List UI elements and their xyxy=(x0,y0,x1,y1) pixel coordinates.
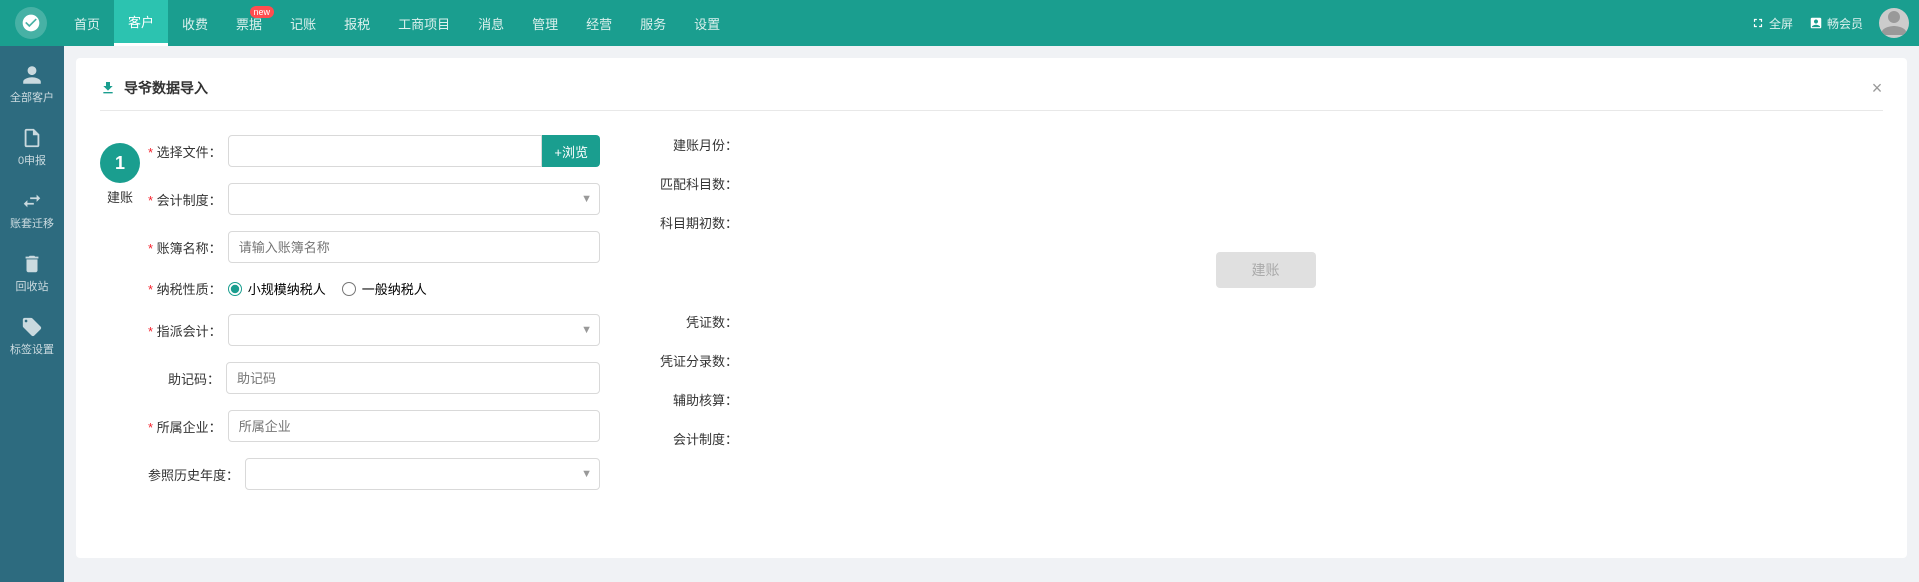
trash-icon xyxy=(21,253,43,275)
memo-input[interactable] xyxy=(226,362,600,394)
build-btn-wrap: 建账 xyxy=(648,252,1883,288)
accounting-system-select-wrapper: ▼ xyxy=(228,183,600,215)
nav-item-settings[interactable]: 设置 xyxy=(680,0,734,46)
match-subject-row: 匹配科目数： xyxy=(648,174,1883,193)
nav-item-service[interactable]: 服务 xyxy=(626,0,680,46)
logo-icon xyxy=(21,13,41,33)
radio-general-input[interactable] xyxy=(342,282,356,296)
card-header: 导爷数据导入 xyxy=(100,78,1883,111)
radio-general-taxpayer[interactable]: 一般纳税人 xyxy=(342,279,427,298)
logo[interactable] xyxy=(10,2,52,44)
ledger-name-label: * 账簿名称： xyxy=(148,238,222,257)
history-year-row: 参照历史年度： ▼ xyxy=(148,458,600,490)
nav-item-message[interactable]: 消息 xyxy=(464,0,518,46)
voucher-entry-row: 凭证分录数： xyxy=(648,351,1883,370)
radio-small-taxpayer[interactable]: 小规模纳税人 xyxy=(228,279,326,298)
build-account-button[interactable]: 建账 xyxy=(1216,252,1316,288)
step-area: 1 建账 xyxy=(100,143,140,506)
right-accounting-system-row: 会计制度： xyxy=(648,429,1883,448)
file-row: * 选择文件： +浏览 xyxy=(148,135,600,167)
accountant-select-wrapper: ▼ xyxy=(228,314,600,346)
sidebar: 全部客户 0申报 账套迁移 回收站 标签设置 xyxy=(0,46,64,582)
browse-button[interactable]: +浏览 xyxy=(542,135,600,167)
accounting-system-label: * 会计制度： xyxy=(148,190,222,209)
right-accounting-system-label: 会计制度： xyxy=(648,429,738,448)
nav-item-client[interactable]: 客户 xyxy=(114,0,168,46)
person-icon xyxy=(21,64,43,86)
sidebar-item-all-clients[interactable]: 全部客户 xyxy=(0,54,64,115)
close-button[interactable]: × xyxy=(1863,74,1891,102)
form-right-area: 建账月份： 匹配科目数： 科目期初数： 建账 xyxy=(600,135,1883,506)
form-area: 1 建账 * 选择文件： +浏览 xyxy=(100,135,1883,506)
nav-item-operation[interactable]: 经营 xyxy=(572,0,626,46)
ledger-name-row: * 账簿名称： xyxy=(148,231,600,263)
nav-item-bizproject[interactable]: 工商项目 xyxy=(384,0,464,46)
sidebar-item-declaration[interactable]: 0申报 xyxy=(0,117,64,178)
nav-item-bookkeeping[interactable]: 记账 xyxy=(276,0,330,46)
nav-item-invoice[interactable]: 票据 new xyxy=(222,0,276,46)
sidebar-item-recycle[interactable]: 回收站 xyxy=(0,243,64,304)
member-btn[interactable]: 畅会员 xyxy=(1809,15,1863,32)
tax-type-label: * 纳税性质： xyxy=(148,279,222,298)
voucher-entry-label: 凭证分录数： xyxy=(648,351,738,370)
auxiliary-row: 辅助核算： xyxy=(648,390,1883,409)
auxiliary-label: 辅助核算： xyxy=(648,390,738,409)
history-year-label: 参照历史年度： xyxy=(148,465,239,484)
sidebar-item-tag-settings[interactable]: 标签设置 xyxy=(0,306,64,367)
step-label: 建账 xyxy=(107,187,133,206)
tag-icon xyxy=(21,316,43,338)
file-label: * 选择文件： xyxy=(148,142,222,161)
company-label: * 所属企业： xyxy=(148,417,222,436)
file-text-input[interactable] xyxy=(228,135,543,167)
form-left-area: 1 建账 * 选择文件： +浏览 xyxy=(100,135,600,506)
accountant-select[interactable] xyxy=(228,314,600,346)
document-icon xyxy=(21,127,43,149)
radio-group: 小规模纳税人 一般纳税人 xyxy=(228,279,600,298)
card-title: 导爷数据导入 xyxy=(124,78,208,98)
company-input[interactable] xyxy=(228,410,600,442)
history-year-select-wrapper: ▼ xyxy=(245,458,600,490)
accounting-system-row: * 会计制度： ▼ xyxy=(148,183,600,215)
fullscreen-btn[interactable]: 全屏 xyxy=(1751,15,1793,32)
month-label: 建账月份： xyxy=(648,135,738,154)
voucher-count-label: 凭证数： xyxy=(648,312,738,331)
top-nav: 首页 客户 收费 票据 new 记账 报税 工商项目 消息 管理 经营 服务 设… xyxy=(0,0,1919,46)
main-content: 导爷数据导入 × 1 建账 * 选择文件： xyxy=(64,46,1919,582)
tax-type-row: * 纳税性质： 小规模纳税人 一般纳税人 xyxy=(148,279,600,298)
new-badge: new xyxy=(250,6,275,18)
avatar-icon xyxy=(1879,8,1909,38)
nav-item-manage[interactable]: 管理 xyxy=(518,0,572,46)
sidebar-item-account-migration[interactable]: 账套迁移 xyxy=(0,180,64,241)
transfer-icon xyxy=(21,190,43,212)
match-subject-label: 匹配科目数： xyxy=(648,174,738,193)
accounting-system-select[interactable] xyxy=(228,183,600,215)
card: 导爷数据导入 × 1 建账 * 选择文件： xyxy=(76,58,1907,558)
initial-amount-row: 科目期初数： xyxy=(648,213,1883,232)
form-rows: * 选择文件： +浏览 * 会计制度： xyxy=(148,135,600,506)
accountant-row: * 指派会计： ▼ xyxy=(148,314,600,346)
avatar[interactable] xyxy=(1879,8,1909,38)
company-row: * 所属企业： xyxy=(148,410,600,442)
accountant-label: * 指派会计： xyxy=(148,321,222,340)
history-year-select[interactable] xyxy=(245,458,600,490)
file-input-wrap: +浏览 xyxy=(228,135,600,167)
memo-row: 助记码： xyxy=(148,362,600,394)
step-badge: 1 xyxy=(100,143,140,183)
memo-label: 助记码： xyxy=(148,369,220,388)
nav-item-tax[interactable]: 报税 xyxy=(330,0,384,46)
voucher-count-row: 凭证数： xyxy=(648,312,1883,331)
initial-amount-label: 科目期初数： xyxy=(648,213,738,232)
ledger-name-input[interactable] xyxy=(228,231,600,263)
import-icon xyxy=(100,80,116,96)
month-row: 建账月份： xyxy=(648,135,1883,154)
radio-small-input[interactable] xyxy=(228,282,242,296)
fullscreen-icon xyxy=(1751,16,1765,30)
nav-item-home[interactable]: 首页 xyxy=(60,0,114,46)
nav-item-fees[interactable]: 收费 xyxy=(168,0,222,46)
member-icon xyxy=(1809,16,1823,30)
